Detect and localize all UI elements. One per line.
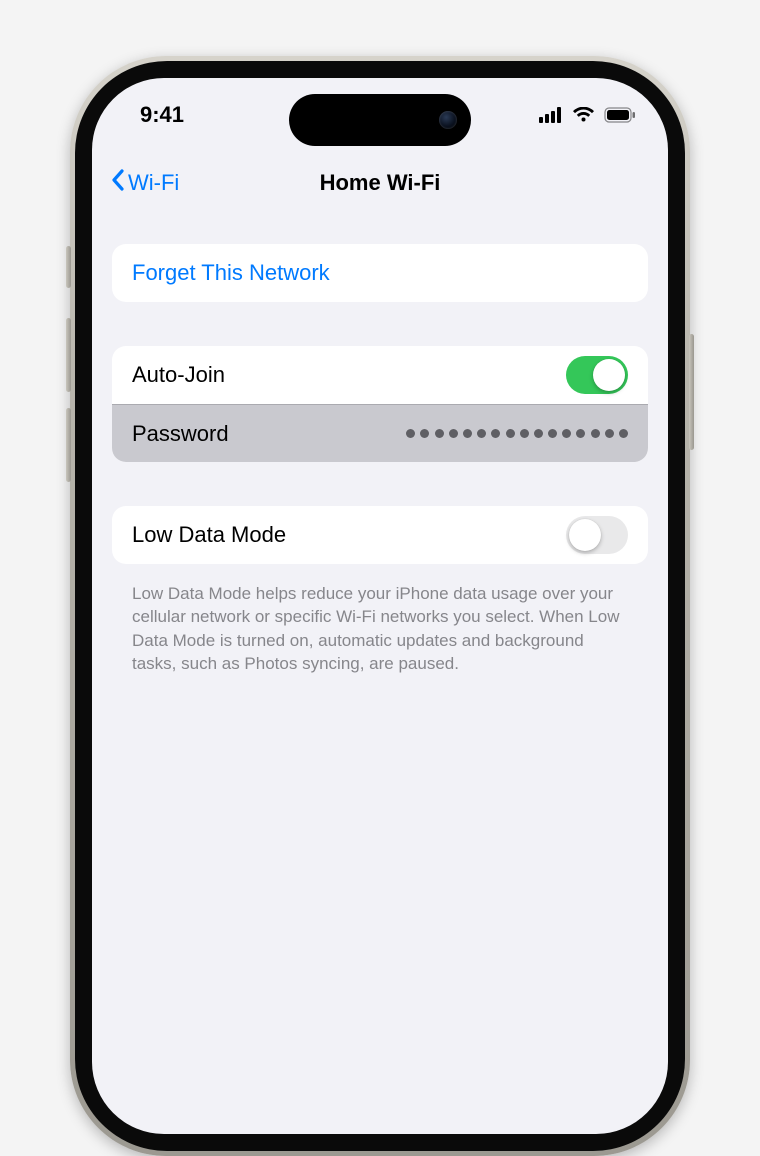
side-button [689,334,694,450]
password-row[interactable]: Password [112,404,648,462]
back-label: Wi-Fi [128,170,179,196]
auto-join-label: Auto-Join [132,362,225,388]
camera-lens-icon [439,111,457,129]
low-data-mode-label: Low Data Mode [132,522,286,548]
group-lowdata: Low Data Mode [112,506,648,564]
group-connection: Auto-Join Password [112,346,648,462]
iphone-frame: 9:41 [70,56,690,1156]
auto-join-row: Auto-Join [112,346,648,404]
page-title: Home Wi-Fi [320,170,441,196]
low-data-mode-row: Low Data Mode [112,506,648,564]
forget-network-button[interactable]: Forget This Network [112,244,648,302]
forget-network-label: Forget This Network [132,260,330,286]
chevron-left-icon [110,168,126,198]
back-button[interactable]: Wi-Fi [104,162,185,204]
side-button [66,246,71,288]
password-value-masked [229,429,628,438]
side-button [66,408,71,482]
status-time: 9:41 [140,102,184,128]
navigation-bar: Wi-Fi Home Wi-Fi [92,152,668,214]
side-button [66,318,71,392]
auto-join-toggle[interactable] [566,356,628,394]
battery-icon [604,107,636,123]
screen: 9:41 [92,78,668,1134]
cellular-icon [539,107,563,123]
low-data-mode-toggle[interactable] [566,516,628,554]
low-data-mode-footer: Low Data Mode helps reduce your iPhone d… [112,572,648,676]
wifi-icon [572,107,595,123]
group-forget: Forget This Network [112,244,648,302]
dynamic-island [289,94,471,146]
password-label: Password [132,421,229,447]
settings-content: Forget This Network Auto-Join Password [92,214,668,676]
